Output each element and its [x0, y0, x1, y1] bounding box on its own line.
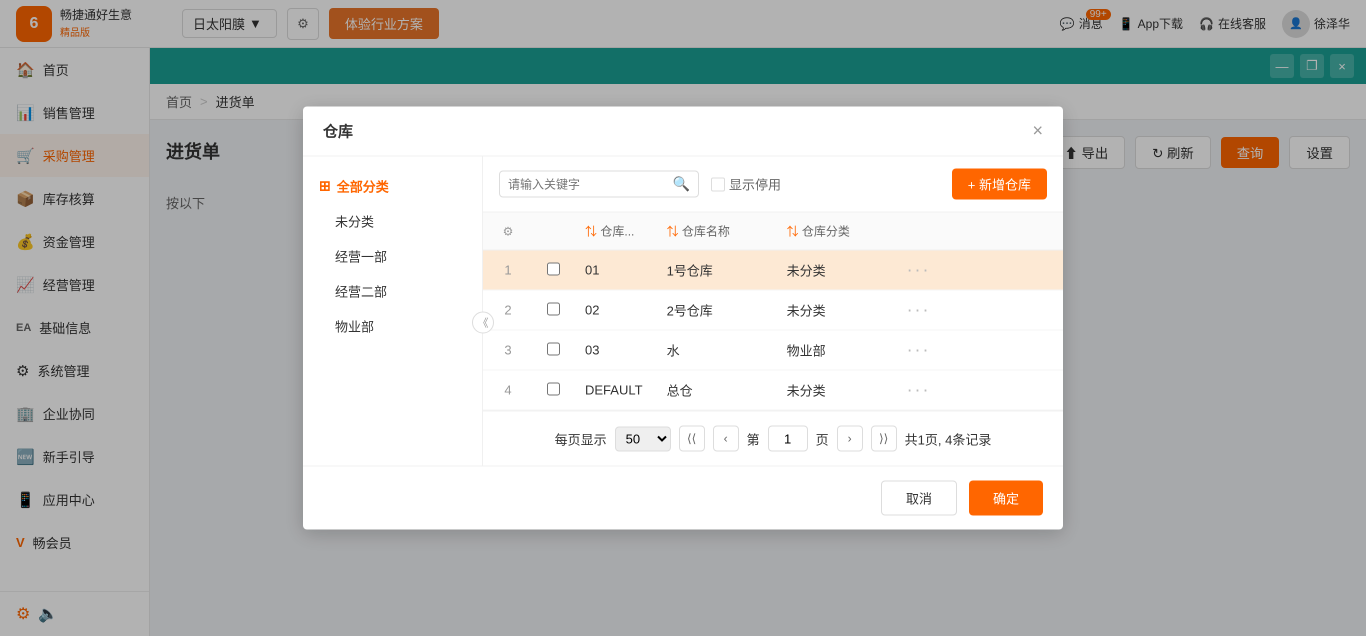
row-id: 02	[573, 290, 655, 330]
dialog-header: 仓库 ×	[303, 107, 1063, 157]
prev-page-button[interactable]: ‹	[713, 426, 739, 452]
row-category: 未分类	[775, 290, 895, 330]
page-number-input[interactable]	[768, 426, 808, 452]
total-records: 共1页, 4条记录	[905, 429, 992, 448]
per-page-select[interactable]: 50 20 100	[615, 426, 671, 451]
row-category: 物业部	[775, 330, 895, 370]
row-num: 4	[483, 370, 533, 410]
table-row[interactable]: 3 03 水 物业部 ···	[483, 330, 1063, 370]
warehouse-table-wrap: ⚙ ⇅ 仓库... ⇅ 仓库名称 ⇅	[483, 213, 1063, 411]
all-categories-label: 全部分类	[337, 177, 389, 196]
th-checkbox	[533, 213, 573, 251]
table-row[interactable]: 4 DEFAULT 总仓 未分类 ···	[483, 370, 1063, 410]
row-category: 未分类	[775, 370, 895, 410]
more-icon[interactable]: ···	[907, 300, 931, 320]
more-icon[interactable]: ···	[907, 380, 931, 400]
search-input-wrap: 🔍	[499, 171, 699, 198]
row-id: 03	[573, 330, 655, 370]
category-item-dept1[interactable]: 经营一部	[303, 239, 482, 274]
sort-icon3: ⇅	[787, 225, 799, 239]
row-checkbox[interactable]	[533, 250, 573, 290]
page-suffix: 页	[816, 429, 829, 448]
show-disabled-label: 显示停用	[729, 175, 781, 194]
row-actions[interactable]: ···	[895, 330, 1063, 370]
grid-icon: ⊞	[319, 178, 331, 195]
row-actions[interactable]: ···	[895, 290, 1063, 330]
row-category: 未分类	[775, 250, 895, 290]
more-icon[interactable]: ···	[907, 340, 931, 360]
collapse-button[interactable]: 《	[472, 311, 494, 333]
cancel-button[interactable]: 取消	[881, 481, 957, 516]
warehouse-list-panel: 🔍 显示停用 + 新增仓库 ⚙ ⇅	[483, 157, 1063, 466]
warehouse-dialog: 仓库 × 《 ⊞ 全部分类 未分类 经营一部 经营二部 物业部 🔍	[303, 107, 1063, 530]
th-warehouse-name: ⇅ 仓库名称	[655, 213, 775, 251]
th-warehouse-category: ⇅ 仓库分类	[775, 213, 895, 251]
row-id: DEFAULT	[573, 370, 655, 410]
dialog-title: 仓库	[323, 121, 353, 142]
row-checkbox[interactable]	[533, 370, 573, 410]
search-icon: 🔍	[673, 176, 690, 193]
category-item-property[interactable]: 物业部	[303, 309, 482, 344]
table-row[interactable]: 2 02 2号仓库 未分类 ···	[483, 290, 1063, 330]
pagination: 每页显示 50 20 100 ⟨⟨ ‹ 第 页 › ⟩⟩ 共1页, 4条记录	[483, 411, 1063, 466]
row-num: 3	[483, 330, 533, 370]
search-input[interactable]	[508, 177, 673, 191]
row-actions[interactable]: ···	[895, 370, 1063, 410]
row-actions[interactable]: ···	[895, 250, 1063, 290]
dialog-footer: 取消 确定	[303, 466, 1063, 530]
row-name: 1号仓库	[655, 250, 775, 290]
last-page-button[interactable]: ⟩⟩	[871, 426, 897, 452]
confirm-button[interactable]: 确定	[969, 481, 1043, 516]
dialog-body: 《 ⊞ 全部分类 未分类 经营一部 经营二部 物业部 🔍 显示停用	[303, 157, 1063, 466]
per-page-label: 每页显示	[555, 429, 607, 448]
first-page-button[interactable]: ⟨⟨	[679, 426, 705, 452]
row-name: 水	[655, 330, 775, 370]
sort-icon: ⇅	[585, 225, 597, 239]
show-disabled-wrap: 显示停用	[711, 175, 781, 194]
search-bar: 🔍 显示停用 + 新增仓库	[483, 157, 1063, 213]
next-page-button[interactable]: ›	[837, 426, 863, 452]
row-checkbox[interactable]	[533, 290, 573, 330]
category-item-unclassified[interactable]: 未分类	[303, 204, 482, 239]
row-id: 01	[573, 250, 655, 290]
category-item-dept2[interactable]: 经营二部	[303, 274, 482, 309]
table-header-row: ⚙ ⇅ 仓库... ⇅ 仓库名称 ⇅	[483, 213, 1063, 251]
row-name: 总仓	[655, 370, 775, 410]
warehouse-table: ⚙ ⇅ 仓库... ⇅ 仓库名称 ⇅	[483, 213, 1063, 411]
row-name: 2号仓库	[655, 290, 775, 330]
category-panel: 《 ⊞ 全部分类 未分类 经营一部 经营二部 物业部	[303, 157, 483, 466]
show-disabled-checkbox[interactable]	[711, 177, 725, 191]
row-checkbox[interactable]	[533, 330, 573, 370]
all-categories[interactable]: ⊞ 全部分类	[303, 169, 482, 204]
th-warehouse-id: ⇅ 仓库...	[573, 213, 655, 251]
more-icon[interactable]: ···	[907, 260, 931, 280]
page-label: 第	[747, 429, 760, 448]
row-num: 1	[483, 250, 533, 290]
th-actions	[895, 213, 1063, 251]
dialog-close-button[interactable]: ×	[1032, 121, 1043, 142]
table-row[interactable]: 1 01 1号仓库 未分类 ···	[483, 250, 1063, 290]
sort-icon2: ⇅	[667, 225, 679, 239]
add-warehouse-button[interactable]: + 新增仓库	[952, 169, 1047, 200]
th-settings[interactable]: ⚙	[483, 213, 533, 251]
